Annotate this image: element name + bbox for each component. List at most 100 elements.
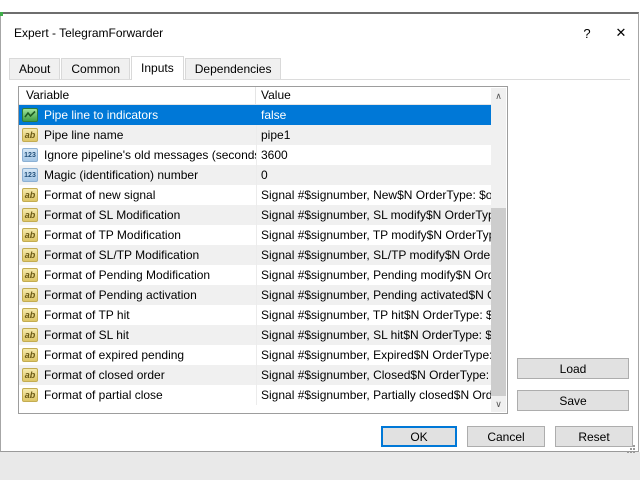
- resize-grip-icon[interactable]: [627, 445, 635, 453]
- save-button[interactable]: Save: [517, 390, 629, 411]
- variable-cell[interactable]: ab Format of TP hit: [19, 305, 256, 325]
- string-param-icon: ab: [22, 348, 38, 362]
- string-param-icon: ab: [22, 188, 38, 202]
- variable-cell[interactable]: 123 Magic (identification) number: [19, 165, 256, 185]
- reset-button[interactable]: Reset: [555, 426, 633, 447]
- string-param-icon: ab: [22, 368, 38, 382]
- table-header: Variable Value: [19, 87, 492, 105]
- table-row[interactable]: Pipe line to indicators false: [19, 105, 492, 125]
- string-param-icon: ab: [22, 208, 38, 222]
- variable-name: Format of SL hit: [44, 328, 129, 342]
- table-row[interactable]: ab Format of partial close Signal #$sign…: [19, 385, 492, 405]
- table-row[interactable]: ab Format of TP hit Signal #$signumber, …: [19, 305, 492, 325]
- table-row[interactable]: ab Format of expired pending Signal #$si…: [19, 345, 492, 365]
- value-cell[interactable]: Signal #$signumber, New$N OrderType: $or…: [256, 185, 492, 205]
- table-row[interactable]: ab Format of SL Modification Signal #$si…: [19, 205, 492, 225]
- variable-name: Format of new signal: [44, 188, 156, 202]
- string-param-icon: ab: [22, 228, 38, 242]
- column-header-value[interactable]: Value: [256, 87, 492, 104]
- table-row[interactable]: ab Format of Pending activation Signal #…: [19, 285, 492, 305]
- table-row[interactable]: 123 Ignore pipeline's old messages (seco…: [19, 145, 492, 165]
- close-button[interactable]: ✕: [604, 18, 638, 48]
- value-cell[interactable]: Signal #$signumber, Pending activated$N …: [256, 285, 492, 305]
- scrollbar-thumb[interactable]: [491, 208, 506, 396]
- vertical-scrollbar[interactable]: ∧ ∨: [491, 88, 506, 412]
- load-button[interactable]: Load: [517, 358, 629, 379]
- value-cell[interactable]: Signal #$signumber, SL hit$N OrderType: …: [256, 325, 492, 345]
- value-cell[interactable]: Signal #$signumber, Pending modify$N Ord…: [256, 265, 492, 285]
- value-cell[interactable]: Signal #$signumber, SL modify$N OrderTyp…: [256, 205, 492, 225]
- scroll-down-icon[interactable]: ∨: [491, 396, 506, 412]
- variable-cell[interactable]: ab Format of SL/TP Modification: [19, 245, 256, 265]
- variable-name: Format of SL/TP Modification: [44, 248, 200, 262]
- string-param-icon: ab: [22, 308, 38, 322]
- variable-cell[interactable]: ab Format of TP Modification: [19, 225, 256, 245]
- titlebar[interactable]: Expert - TelegramForwarder ? ✕: [1, 14, 638, 52]
- value-cell[interactable]: Signal #$signumber, SL/TP modify$N Order…: [256, 245, 492, 265]
- table-row[interactable]: ab Format of Pending Modification Signal…: [19, 265, 492, 285]
- string-param-icon: ab: [22, 328, 38, 342]
- variable-name: Format of expired pending: [44, 348, 185, 362]
- variable-cell[interactable]: Pipe line to indicators: [19, 105, 256, 125]
- titlebar-buttons: ? ✕: [570, 18, 638, 48]
- tab-common[interactable]: Common: [61, 58, 131, 79]
- variable-cell[interactable]: ab Format of SL hit: [19, 325, 256, 345]
- table-row[interactable]: ab Pipe line name pipe1: [19, 125, 492, 145]
- value-cell[interactable]: Signal #$signumber, TP hit$N OrderType: …: [256, 305, 492, 325]
- table-row[interactable]: 123 Magic (identification) number 0: [19, 165, 492, 185]
- table-row[interactable]: ab Format of closed order Signal #$signu…: [19, 365, 492, 385]
- number-param-icon: 123: [22, 148, 38, 162]
- dialog-window: Expert - TelegramForwarder ? ✕ About Com…: [0, 12, 639, 453]
- table-body: Pipe line to indicators false ab Pipe li…: [19, 105, 492, 405]
- table-row[interactable]: ab Format of SL hit Signal #$signumber, …: [19, 325, 492, 345]
- tab-dependencies[interactable]: Dependencies: [184, 58, 282, 79]
- variable-name: Format of SL Modification: [44, 208, 181, 222]
- table-row[interactable]: ab Format of SL/TP Modification Signal #…: [19, 245, 492, 265]
- variable-cell[interactable]: ab Format of closed order: [19, 365, 256, 385]
- string-param-icon: ab: [22, 268, 38, 282]
- column-header-variable[interactable]: Variable: [19, 87, 256, 104]
- string-param-icon: ab: [22, 288, 38, 302]
- value-cell[interactable]: false: [256, 105, 492, 125]
- variable-cell[interactable]: ab Pipe line name: [19, 125, 256, 145]
- value-cell[interactable]: pipe1: [256, 125, 492, 145]
- variable-cell[interactable]: ab Format of Pending activation: [19, 285, 256, 305]
- screen-artifact: [0, 12, 3, 16]
- variable-name: Format of TP hit: [44, 308, 130, 322]
- variable-name: Pipe line name: [44, 128, 124, 142]
- variable-cell[interactable]: ab Format of Pending Modification: [19, 265, 256, 285]
- window-title: Expert - TelegramForwarder: [14, 26, 164, 40]
- variable-cell[interactable]: ab Format of expired pending: [19, 345, 256, 365]
- value-cell[interactable]: 0: [256, 165, 492, 185]
- number-param-icon: 123: [22, 168, 38, 182]
- value-cell[interactable]: Signal #$signumber, TP modify$N OrderTyp…: [256, 225, 492, 245]
- variable-name: Format of TP Modification: [44, 228, 181, 242]
- scroll-up-icon[interactable]: ∧: [491, 88, 506, 104]
- value-cell[interactable]: 3600: [256, 145, 492, 165]
- variable-name: Format of closed order: [44, 368, 165, 382]
- variable-cell[interactable]: 123 Ignore pipeline's old messages (seco…: [19, 145, 256, 165]
- tab-inputs[interactable]: Inputs: [131, 56, 184, 80]
- value-cell[interactable]: Signal #$signumber, Closed$N OrderType: …: [256, 365, 492, 385]
- variable-cell[interactable]: ab Format of new signal: [19, 185, 256, 205]
- variable-cell[interactable]: ab Format of SL Modification: [19, 205, 256, 225]
- tab-about[interactable]: About: [9, 58, 61, 79]
- ok-button[interactable]: OK: [381, 426, 457, 447]
- table-row[interactable]: ab Format of TP Modification Signal #$si…: [19, 225, 492, 245]
- variable-name: Pipe line to indicators: [44, 108, 159, 122]
- cancel-button[interactable]: Cancel: [467, 426, 545, 447]
- value-cell[interactable]: Signal #$signumber, Expired$N OrderType:…: [256, 345, 492, 365]
- inputs-table: Variable Value Pipe line to indicators f…: [18, 86, 508, 414]
- variable-name: Format of partial close: [44, 388, 163, 402]
- desktop-background: [0, 452, 640, 480]
- variable-name: Magic (identification) number: [44, 168, 199, 182]
- variable-name: Ignore pipeline's old messages (seconds): [44, 148, 256, 162]
- string-param-icon: ab: [22, 388, 38, 402]
- string-param-icon: ab: [22, 128, 38, 142]
- scrollbar-track[interactable]: [491, 104, 506, 396]
- variable-cell[interactable]: ab Format of partial close: [19, 385, 256, 405]
- help-button[interactable]: ?: [570, 18, 604, 48]
- string-param-icon: ab: [22, 248, 38, 262]
- table-row[interactable]: ab Format of new signal Signal #$signumb…: [19, 185, 492, 205]
- value-cell[interactable]: Signal #$signumber, Partially closed$N O…: [256, 385, 492, 405]
